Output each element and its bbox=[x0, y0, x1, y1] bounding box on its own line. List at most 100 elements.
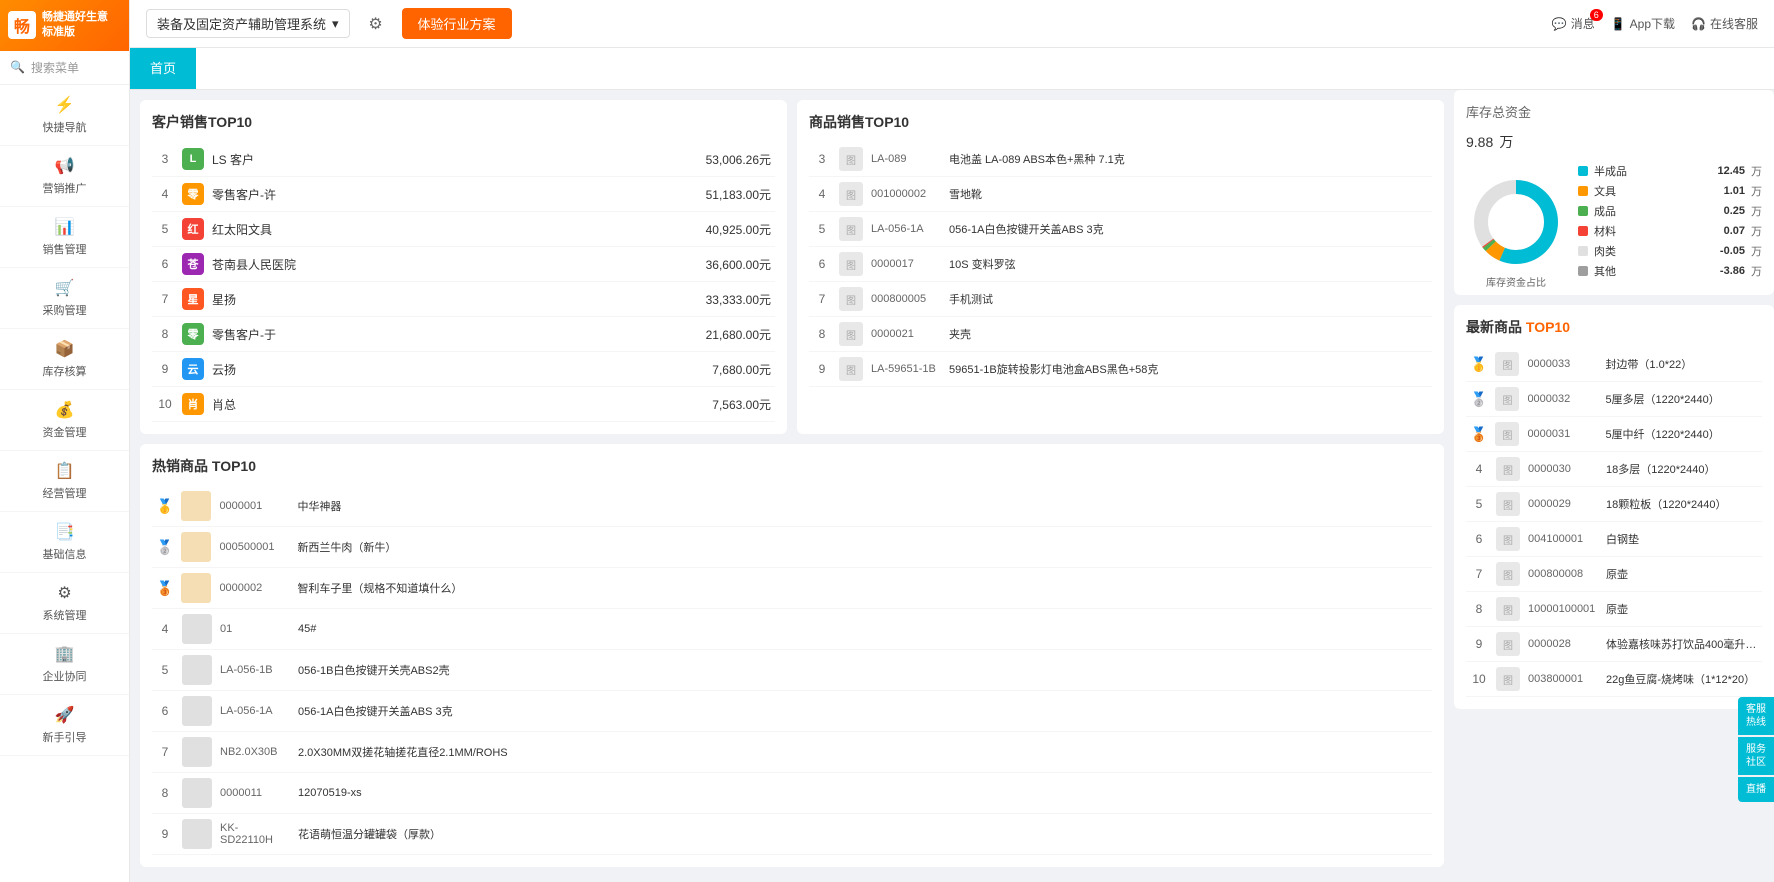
float-buttons: 客服热线 服务社区 直播 bbox=[1738, 697, 1774, 802]
product-sales-ranking-title: 商品销售TOP10 bbox=[809, 112, 1432, 132]
legend-item: 其他 -3.86 万 bbox=[1578, 263, 1762, 279]
logo-icon: 畅 bbox=[8, 11, 36, 39]
product-img: 图 bbox=[1496, 457, 1520, 481]
hot-products-card: 热销商品 TOP10 🥇 0000001 中华神器 🥈 000500001 新西… bbox=[140, 444, 1444, 867]
rank-badge: 红 bbox=[182, 218, 204, 240]
right-panel: 库存总资金 9.88 万 bbox=[1454, 90, 1774, 882]
logo-text: 畅捷通好生意 标准版 bbox=[42, 10, 108, 41]
sidebar-search[interactable]: 🔍 搜索菜单 bbox=[0, 51, 129, 85]
rank-badge: 零 bbox=[182, 323, 204, 345]
legend-dot bbox=[1578, 206, 1588, 216]
product-img bbox=[181, 532, 211, 562]
table-row: 5 LA-056-1B 056-1B白色按键开关壳ABS2壳 bbox=[152, 650, 1432, 691]
table-row: 🥉 0000002 智利车子里（规格不知道填什么） bbox=[152, 568, 1432, 609]
tab-home[interactable]: 首页 bbox=[130, 48, 196, 89]
medal-bronze-icon: 🥉 bbox=[156, 580, 173, 597]
table-row: 🥉 图 0000031 5厘中纤（1220*2440） bbox=[1466, 417, 1762, 452]
purchase-icon: 🛒 bbox=[55, 278, 75, 298]
settings-button[interactable]: ⚙ bbox=[362, 10, 390, 38]
donut-chart: 库存资金占比 bbox=[1466, 172, 1566, 275]
product-sales-ranking-card: 商品销售TOP10 3 图 LA-089 电池盖 LA-089 ABS本色+黑种… bbox=[797, 100, 1444, 434]
donut-label: 库存资金占比 bbox=[1486, 274, 1546, 289]
product-img: 图 bbox=[1496, 632, 1520, 656]
product-img: 图 bbox=[839, 182, 863, 206]
legend-item: 半成品 12.45 万 bbox=[1578, 163, 1762, 179]
search-icon: 🔍 bbox=[10, 60, 25, 74]
table-row: 6 苍 苍南县人民医院 36,600.00元 bbox=[152, 247, 775, 282]
sidebar-item-corp[interactable]: 🏢 企业协同 bbox=[0, 634, 129, 695]
operation-icon: 📋 bbox=[55, 461, 75, 481]
inventory-title: 库存总资金 bbox=[1466, 102, 1762, 121]
rank-badge: 苍 bbox=[182, 253, 204, 275]
finance-icon: 💰 bbox=[55, 400, 75, 420]
table-row: 🥈 图 0000032 5厘多层（1220*2440） bbox=[1466, 382, 1762, 417]
sidebar-item-guide[interactable]: 🚀 新手引导 bbox=[0, 695, 129, 756]
guide-icon: 🚀 bbox=[55, 705, 75, 725]
medal-silver-icon: 🥈 bbox=[156, 539, 173, 556]
medal-bronze-icon: 🥉 bbox=[1470, 426, 1487, 443]
product-img bbox=[182, 778, 212, 808]
sidebar-item-sales[interactable]: 📊 销售管理 bbox=[0, 207, 129, 268]
medal-gold-icon: 🥇 bbox=[1470, 356, 1487, 373]
product-img: 图 bbox=[1496, 597, 1520, 621]
table-row: 5 红 红太阳文具 40,925.00元 bbox=[152, 212, 775, 247]
table-row: 3 图 LA-089 电池盖 LA-089 ABS本色+黑种 7.1克 bbox=[809, 142, 1432, 177]
new-products-title: 最新商品 TOP10 bbox=[1466, 317, 1762, 337]
product-img: 图 bbox=[1495, 387, 1519, 411]
sidebar-item-nav[interactable]: ⚡ 快捷导航 bbox=[0, 85, 129, 146]
table-row: 4 图 001000002 雪地靴 bbox=[809, 177, 1432, 212]
table-row: 10 图 003800001 22g鱼豆腐-烧烤味（1*12*20） bbox=[1466, 662, 1762, 697]
system-selector[interactable]: 装备及固定资产辅助管理系统 ▾ bbox=[146, 9, 350, 38]
table-row: 8 图 0000021 夹壳 bbox=[809, 317, 1432, 352]
sidebar-item-basic[interactable]: 📑 基础信息 bbox=[0, 512, 129, 573]
product-img bbox=[182, 737, 212, 767]
product-img: 图 bbox=[839, 252, 863, 276]
app-download-button[interactable]: 📱 App下载 bbox=[1611, 15, 1675, 32]
medal-silver-icon: 🥈 bbox=[1470, 391, 1487, 408]
new-products-card: 最新商品 TOP10 🥇 图 0000033 封边带（1.0*22） 🥈 图 0… bbox=[1454, 305, 1774, 709]
rank-badge: 星 bbox=[182, 288, 204, 310]
online-service-button[interactable]: 🎧 在线客服 bbox=[1691, 15, 1758, 32]
sidebar-item-purchase[interactable]: 🛒 采购管理 bbox=[0, 268, 129, 329]
table-row: 5 图 0000029 18颗粒板（1220*2440） bbox=[1466, 487, 1762, 522]
donut-row: 库存资金占比 半成品 12.45 万 文具 1.01 bbox=[1466, 163, 1762, 283]
basic-icon: 📑 bbox=[55, 522, 75, 542]
table-row: 9 KK-SD22110H 花语萌恒温分罐罐袋（厚款） bbox=[152, 814, 1432, 855]
rank-badge: 零 bbox=[182, 183, 204, 205]
sidebar-item-finance[interactable]: 💰 资金管理 bbox=[0, 390, 129, 451]
trial-button[interactable]: 体验行业方案 bbox=[402, 8, 512, 39]
table-row: 7 NB2.0X30B 2.0X30MM双搓花轴搓花直径2.1MM/ROHS bbox=[152, 732, 1432, 773]
top-row: 客户销售TOP10 3 L LS 客户 53,006.26元 4 零 零售客户-… bbox=[140, 100, 1444, 434]
table-row: 4 01 45# bbox=[152, 609, 1432, 650]
table-row: 4 图 0000030 18多层（1220*2440） bbox=[1466, 452, 1762, 487]
live-button[interactable]: 直播 bbox=[1738, 777, 1774, 802]
sidebar-item-operation[interactable]: 📋 经营管理 bbox=[0, 451, 129, 512]
content-scroll: 客户销售TOP10 3 L LS 客户 53,006.26元 4 零 零售客户-… bbox=[130, 90, 1454, 882]
customer-service-button[interactable]: 客服热线 bbox=[1738, 697, 1774, 735]
sidebar-item-system[interactable]: ⚙ 系统管理 bbox=[0, 573, 129, 634]
table-row: 🥈 000500001 新西兰牛肉（新牛） bbox=[152, 527, 1432, 568]
sidebar-item-marketing[interactable]: 📢 营销推广 bbox=[0, 146, 129, 207]
legend-dot bbox=[1578, 246, 1588, 256]
table-row: 8 图 10000100001 原壶 bbox=[1466, 592, 1762, 627]
product-img: 图 bbox=[1496, 667, 1520, 691]
product-img bbox=[182, 819, 212, 849]
table-row: 8 0000011 12070519-xs bbox=[152, 773, 1432, 814]
table-row: 6 图 004100001 白钢垫 bbox=[1466, 522, 1762, 557]
customer-ranking-card: 客户销售TOP10 3 L LS 客户 53,006.26元 4 零 零售客户-… bbox=[140, 100, 787, 434]
product-img: 图 bbox=[839, 287, 863, 311]
legend-dot bbox=[1578, 266, 1588, 276]
marketing-icon: 📢 bbox=[55, 156, 75, 176]
legend-dot bbox=[1578, 226, 1588, 236]
product-img bbox=[181, 573, 211, 603]
sidebar-item-inventory[interactable]: 📦 库存核算 bbox=[0, 329, 129, 390]
product-img: 图 bbox=[839, 322, 863, 346]
community-button[interactable]: 服务社区 bbox=[1738, 737, 1774, 775]
table-row: 6 图 0000017 10S 变料罗弦 bbox=[809, 247, 1432, 282]
message-button[interactable]: 💬 消息 6 bbox=[1552, 15, 1595, 32]
product-img: 图 bbox=[1496, 527, 1520, 551]
product-img bbox=[182, 614, 212, 644]
table-row: 8 零 零售客户-于 21,680.00元 bbox=[152, 317, 775, 352]
legend-item: 肉类 -0.05 万 bbox=[1578, 243, 1762, 259]
table-row: 9 云 云扬 7,680.00元 bbox=[152, 352, 775, 387]
